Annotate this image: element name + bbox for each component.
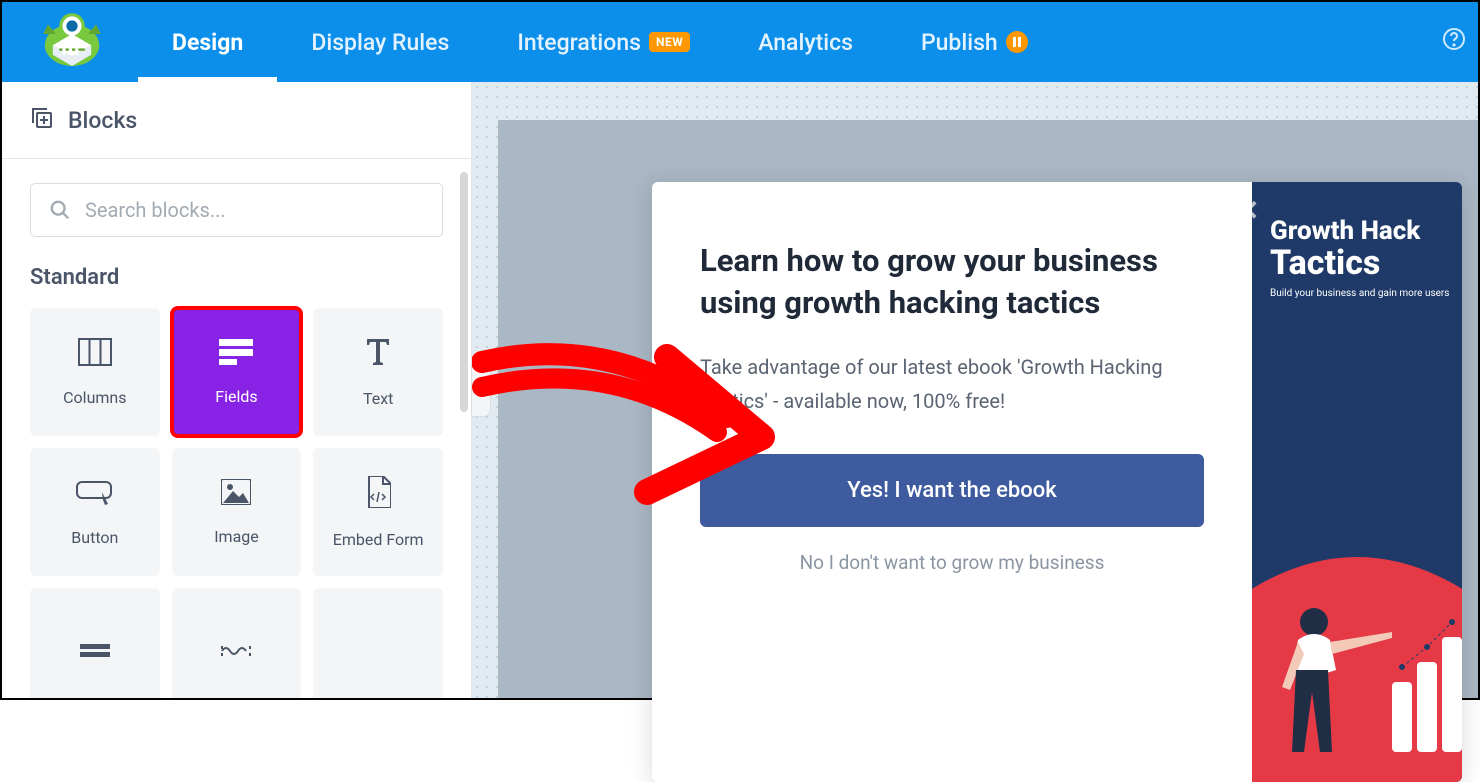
- blocks-icon: [30, 106, 54, 134]
- popup-side-sub: Build your business and gain more users: [1270, 288, 1444, 299]
- logo: [14, 2, 130, 82]
- block-row-extra-2[interactable]: [172, 588, 302, 698]
- tab-analytics-label: Analytics: [758, 29, 853, 56]
- nav-tabs: Design Display Rules Integrations NEW An…: [138, 2, 1062, 82]
- embed-form-icon: [365, 476, 391, 512]
- block-row-extra-1[interactable]: [30, 588, 160, 698]
- help-icon[interactable]: [1442, 27, 1466, 58]
- block-fields-label: Fields: [215, 387, 257, 406]
- text-icon: [363, 337, 393, 371]
- blocks-header[interactable]: Blocks: [2, 82, 471, 159]
- tab-publish[interactable]: Publish: [887, 2, 1062, 82]
- button-icon: [76, 478, 114, 510]
- fields-icon: [219, 339, 253, 369]
- columns-icon: [78, 338, 112, 370]
- image-icon: [221, 479, 251, 509]
- popup-side-title-2: Tactics: [1270, 246, 1444, 280]
- block-image[interactable]: Image: [172, 448, 302, 576]
- search-input[interactable]: [85, 198, 424, 222]
- new-badge: NEW: [649, 32, 690, 52]
- extra-icon-1: [80, 643, 110, 662]
- popup-left: Learn how to grow your business using gr…: [652, 182, 1252, 782]
- block-grid: Columns Fields Text: [30, 308, 443, 698]
- section-standard-label: Standard: [30, 265, 443, 290]
- block-embed-form-label: Embed Form: [333, 530, 424, 549]
- block-text-label: Text: [363, 389, 393, 408]
- block-columns[interactable]: Columns: [30, 308, 160, 436]
- sidebar: Blocks Standard Columns: [2, 82, 472, 698]
- tab-integrations-label: Integrations: [517, 29, 641, 56]
- search-icon: [49, 199, 71, 221]
- popup-body: Take advantage of our latest ebook 'Grow…: [700, 350, 1204, 418]
- block-columns-label: Columns: [63, 388, 126, 407]
- tab-display-rules[interactable]: Display Rules: [277, 2, 483, 82]
- chevron-left-icon: [476, 383, 486, 397]
- popup-preview[interactable]: Learn how to grow your business using gr…: [652, 182, 1462, 782]
- popup-decline-link[interactable]: No I don't want to grow my business: [700, 551, 1204, 574]
- block-fields[interactable]: Fields: [172, 308, 302, 436]
- block-text[interactable]: Text: [313, 308, 443, 436]
- block-button[interactable]: Button: [30, 448, 160, 576]
- block-button-label: Button: [71, 528, 118, 547]
- close-icon[interactable]: ✕: [1252, 194, 1259, 227]
- mascot-icon: [32, 10, 112, 74]
- top-nav: Design Display Rules Integrations NEW An…: [2, 2, 1478, 82]
- sidebar-body: Standard Columns Fields: [2, 159, 471, 698]
- canvas[interactable]: Learn how to grow your business using gr…: [472, 82, 1478, 698]
- tab-publish-label: Publish: [921, 29, 998, 56]
- collapse-sidebar-button[interactable]: [471, 363, 491, 417]
- popup-side-title-1: Growth Hack: [1270, 216, 1444, 246]
- tab-analytics[interactable]: Analytics: [724, 2, 887, 82]
- main-area: Blocks Standard Columns: [2, 82, 1478, 698]
- blocks-header-label: Blocks: [68, 107, 137, 134]
- tab-integrations[interactable]: Integrations NEW: [483, 2, 724, 82]
- tab-design[interactable]: Design: [138, 2, 277, 82]
- extra-icon-2: [220, 643, 252, 662]
- scrollbar[interactable]: [460, 172, 468, 412]
- block-row-extra-3[interactable]: [313, 588, 443, 698]
- canvas-frame: Learn how to grow your business using gr…: [498, 120, 1478, 698]
- pause-icon: [1006, 31, 1028, 53]
- popup-heading: Learn how to grow your business using gr…: [700, 240, 1204, 324]
- popup-right-graphic: ✕ Growth Hack Tactics Build your busines…: [1252, 182, 1462, 782]
- popup-cta-button[interactable]: Yes! I want the ebook: [700, 454, 1204, 527]
- popup-illustration: [1252, 522, 1462, 782]
- block-embed-form[interactable]: Embed Form: [313, 448, 443, 576]
- block-image-label: Image: [214, 527, 259, 546]
- search-input-wrap[interactable]: [30, 183, 443, 237]
- tab-display-rules-label: Display Rules: [311, 29, 449, 56]
- tab-design-label: Design: [172, 29, 243, 56]
